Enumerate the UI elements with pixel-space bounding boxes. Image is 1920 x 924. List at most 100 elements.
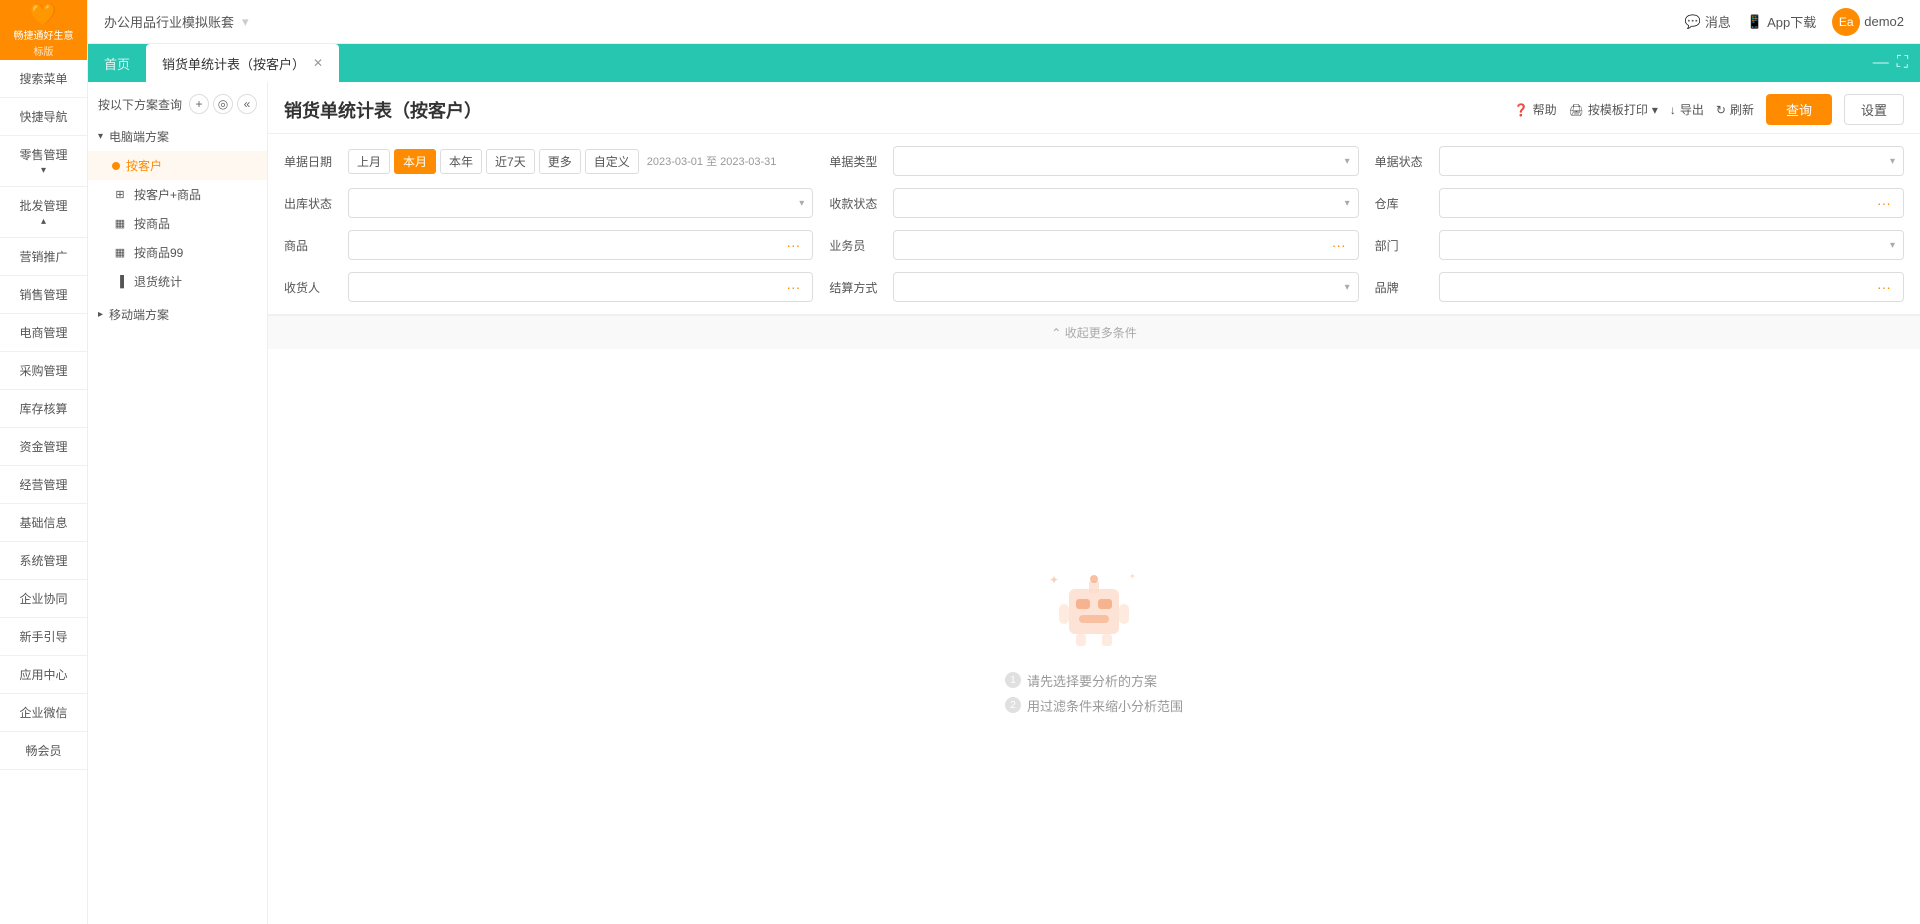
empty-tip-1-text: 请先选择要分析的方案: [1027, 671, 1157, 690]
app-download-label: App下载: [1767, 12, 1816, 31]
department-field: 部门 ▾: [1375, 230, 1904, 260]
tab-report-label: 销货单统计表（按客户）: [162, 54, 305, 73]
svg-text:✦: ✦: [1049, 573, 1059, 587]
chevron-down-icon: ▾: [1890, 240, 1895, 251]
user-profile-button[interactable]: Ea demo2: [1832, 8, 1904, 36]
help-label: 帮助: [1533, 101, 1557, 118]
dots-icon: ···: [1328, 237, 1350, 253]
sidebar-item-wholesale[interactable]: 批发管理 ▴: [0, 187, 87, 238]
user-name: demo2: [1864, 14, 1904, 29]
grid-icon: ⊞: [112, 187, 128, 203]
warehouse-label: 仓库: [1375, 195, 1431, 212]
filter-item-by-product-99[interactable]: ▦ 按商品99: [88, 238, 267, 267]
sidebar-item-cooperation[interactable]: 企业协同: [0, 580, 87, 618]
filter-row-3: 商品 ··· 业务员 ··· 部门: [284, 230, 1904, 260]
order-type-select[interactable]: ▾: [893, 146, 1358, 176]
dots-icon: ···: [782, 237, 804, 253]
tab-home[interactable]: 首页: [88, 44, 146, 82]
export-button[interactable]: ↓ 导出: [1670, 101, 1704, 118]
payment-status-select[interactable]: ▾: [893, 188, 1358, 218]
date-btn-custom[interactable]: 自定义: [585, 149, 639, 174]
delivery-status-label: 出库状态: [284, 195, 340, 212]
collapse-button[interactable]: ⌃ 收起更多条件: [268, 315, 1920, 349]
filter-item-by-product[interactable]: ▦ 按商品: [88, 209, 267, 238]
settlement-select[interactable]: ▾: [893, 272, 1358, 302]
date-btn-this-month[interactable]: 本月: [394, 149, 436, 174]
sidebar-item-wechat[interactable]: 企业微信: [0, 694, 87, 732]
receiver-select[interactable]: ···: [348, 272, 813, 302]
message-label: 消息: [1705, 12, 1731, 31]
collapse-up-icon: ⌃: [1051, 326, 1064, 340]
date-btn-more[interactable]: 更多: [539, 149, 581, 174]
minimize-icon[interactable]: —: [1873, 54, 1889, 72]
payment-status-label: 收款状态: [829, 195, 885, 212]
sidebar-item-vip[interactable]: 畅会员: [0, 732, 87, 770]
brand-select[interactable]: ···: [1439, 272, 1904, 302]
order-type-field: 单据类型 ▾: [829, 146, 1358, 176]
message-button[interactable]: 💬 消息: [1685, 12, 1731, 31]
app-download-button[interactable]: 📱 App下载: [1747, 12, 1816, 31]
filter-section-desktop-header[interactable]: ▾ 电脑端方案: [88, 122, 267, 151]
sidebar-item-base-info[interactable]: 基础信息: [0, 504, 87, 542]
add-scheme-button[interactable]: +: [189, 94, 209, 114]
sidebar-item-marketing[interactable]: 营销推广: [0, 238, 87, 276]
product-field: 商品 ···: [284, 230, 813, 260]
sidebar-item-operations[interactable]: 经营管理: [0, 466, 87, 504]
left-sidebar: 🧡 畅捷通好生意 标版 搜索菜单 快捷导航 零售管理 ▾ 批发管理 ▴ 营销推广…: [0, 0, 88, 924]
department-select[interactable]: ▾: [1439, 230, 1904, 260]
edit-scheme-button[interactable]: ◎: [213, 94, 233, 114]
sidebar-item-purchase[interactable]: 采购管理: [0, 352, 87, 390]
salesman-select[interactable]: ···: [893, 230, 1358, 260]
table-alt-icon: ▦: [112, 245, 128, 261]
sidebar-item-retail[interactable]: 零售管理 ▾: [0, 136, 87, 187]
sidebar-item-ecommerce[interactable]: 电商管理: [0, 314, 87, 352]
settlement-field: 结算方式 ▾: [829, 272, 1358, 302]
sidebar-item-sales-mgmt[interactable]: 销售管理: [0, 276, 87, 314]
message-icon: 💬: [1685, 14, 1701, 30]
tip-num-2: 2: [1005, 697, 1021, 713]
warehouse-select[interactable]: ···: [1439, 188, 1904, 218]
maximize-icon[interactable]: ⛶: [1897, 54, 1908, 72]
empty-tip-2: 2 用过滤条件来缩小分析范围: [1005, 696, 1183, 715]
chevron-down-icon: ▾: [41, 165, 46, 176]
query-button[interactable]: 查询: [1766, 94, 1832, 125]
print-button[interactable]: 🖨 按模板打印 ▾: [1569, 101, 1658, 118]
sidebar-item-system[interactable]: 系统管理: [0, 542, 87, 580]
order-status-select[interactable]: ▾: [1439, 146, 1904, 176]
sidebar-item-onboarding[interactable]: 新手引导: [0, 618, 87, 656]
chevron-down-icon: ▾: [1345, 198, 1350, 209]
delivery-status-select[interactable]: ▾: [348, 188, 813, 218]
dots-icon: ···: [1873, 279, 1895, 295]
sidebar-item-search[interactable]: 搜索菜单: [0, 60, 87, 98]
sidebar-item-app-center[interactable]: 应用中心: [0, 656, 87, 694]
product-select[interactable]: ···: [348, 230, 813, 260]
receiver-field: 收货人 ···: [284, 272, 813, 302]
logo-icon: 🧡: [30, 2, 57, 28]
tab-report[interactable]: 销货单统计表（按客户） ✕: [146, 44, 339, 82]
refresh-button[interactable]: ↻ 刷新: [1716, 101, 1754, 118]
filter-item-by-customer-product[interactable]: ⊞ 按客户+商品: [88, 180, 267, 209]
settings-button[interactable]: 设置: [1844, 94, 1904, 125]
filter-section-mobile-header[interactable]: ▸ 移动端方案: [88, 300, 267, 329]
empty-illustration: ✦ ✦: [1034, 559, 1154, 659]
date-btn-7days[interactable]: 近7天: [486, 149, 535, 174]
warehouse-field: 仓库 ···: [1375, 188, 1904, 218]
sidebar-item-quick-nav[interactable]: 快捷导航: [0, 98, 87, 136]
date-btn-last-month[interactable]: 上月: [348, 149, 390, 174]
help-button[interactable]: ❓ 帮助: [1514, 101, 1557, 118]
sidebar-item-inventory[interactable]: 库存核算: [0, 390, 87, 428]
filter-row-2: 出库状态 ▾ 收款状态 ▾ 仓库: [284, 188, 1904, 218]
empty-tips: 1 请先选择要分析的方案 2 用过滤条件来缩小分析范围: [1005, 671, 1183, 715]
date-btn-this-year[interactable]: 本年: [440, 149, 482, 174]
breadcrumb: 办公用品行业模拟账套 ▾: [104, 12, 249, 31]
filter-item-by-customer[interactable]: 按客户: [88, 151, 267, 180]
app-name: 畅捷通好生意: [14, 30, 74, 43]
empty-tip-1: 1 请先选择要分析的方案: [1005, 671, 1183, 690]
collapse-sidebar-button[interactable]: «: [237, 94, 257, 114]
filter-item-by-customer-label: 按客户: [126, 157, 162, 174]
tab-close-icon[interactable]: ✕: [313, 56, 323, 70]
sidebar-item-finance[interactable]: 资金管理: [0, 428, 87, 466]
receiver-label: 收货人: [284, 279, 340, 296]
breadcrumb-separator: ▾: [242, 14, 249, 30]
filter-item-return-stats[interactable]: ▐ 退货统计: [88, 267, 267, 296]
